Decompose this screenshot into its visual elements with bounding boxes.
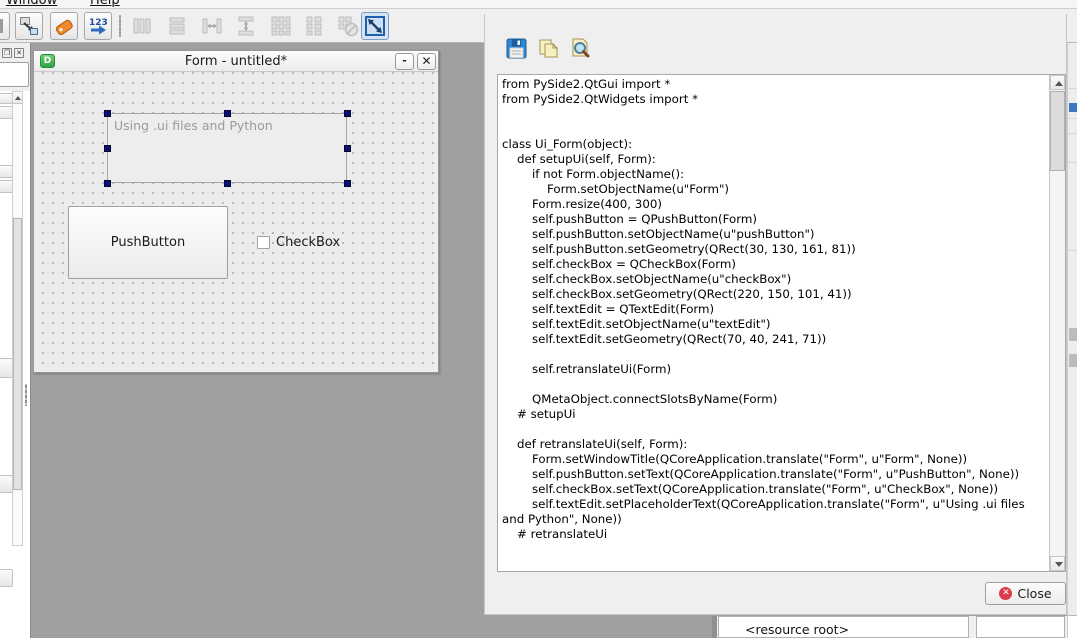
dock-close-button[interactable]: ✕ <box>14 48 24 58</box>
textedit-widget[interactable]: Using .ui files and Python <box>107 113 347 183</box>
form-close-button[interactable]: ✕ <box>417 53 436 70</box>
edit-signals-slots-button[interactable] <box>15 12 43 40</box>
scroll-up-arrow-icon[interactable] <box>1050 75 1065 90</box>
scroll-up-arrow-icon[interactable] <box>13 92 22 104</box>
pushbutton-widget[interactable]: PushButton <box>68 206 228 279</box>
selection-handle-sw[interactable] <box>104 180 111 187</box>
selection-handle-nw[interactable] <box>104 110 111 117</box>
form-window-title: Form - untitled* <box>34 54 438 69</box>
splitter-vertical-icon <box>236 16 256 36</box>
scroll-down-arrow-icon[interactable] <box>1050 556 1065 571</box>
form-window-titlebar[interactable]: D Form - untitled* - ✕ <box>34 51 438 72</box>
menu-window[interactable]: Window <box>6 0 57 8</box>
resource-root-item[interactable]: <resource root> <box>745 622 849 637</box>
selection-handle-w[interactable] <box>104 145 111 152</box>
selected-row-edge <box>1069 103 1077 112</box>
selection-handle-ne[interactable] <box>344 110 351 117</box>
save-icon[interactable] <box>506 38 527 59</box>
selection-handle-n[interactable] <box>224 110 231 117</box>
generated-python-code[interactable]: from PySide2.QtGui import * from PySide2… <box>502 77 1042 542</box>
checkbox-label: CheckBox <box>276 235 340 250</box>
pushbutton-label: PushButton <box>111 235 185 250</box>
edit-tab-order-button[interactable]: 123 <box>84 12 112 40</box>
resource-splitter[interactable] <box>712 616 717 638</box>
close-button-label: Close <box>1017 586 1051 601</box>
code-dialog-toolbar <box>485 14 1066 70</box>
code-scrollbar[interactable] <box>1049 75 1065 571</box>
right-dock-edge <box>1067 43 1077 638</box>
layout-horizontal-button[interactable] <box>128 12 156 40</box>
scrollbar-thumb[interactable] <box>13 218 22 490</box>
copy-icon[interactable] <box>538 38 559 59</box>
widget-category-item[interactable] <box>0 569 13 587</box>
form-editor-window: D Form - untitled* - ✕ Using .ui files a… <box>33 50 439 373</box>
buddy-tag-icon <box>53 16 75 36</box>
find-icon[interactable] <box>570 38 591 59</box>
edit-widgets-button[interactable] <box>0 12 10 40</box>
layout-horizontal-icon <box>132 16 152 36</box>
layout-vertical-button[interactable] <box>163 12 191 40</box>
widget-box-scrollbar[interactable] <box>12 91 23 546</box>
textedit-placeholder: Using .ui files and Python <box>114 118 273 133</box>
form-canvas[interactable]: Using .ui files and Python PushButton Ch… <box>34 72 438 372</box>
break-layout-icon <box>338 16 359 37</box>
layout-form-button[interactable] <box>300 12 328 40</box>
checkbox-widget[interactable]: CheckBox <box>257 235 340 250</box>
edit-widgets-icon <box>0 16 6 36</box>
grid-layout-icon <box>271 16 291 36</box>
splitter-horizontal-icon <box>202 16 222 36</box>
selection-handle-e[interactable] <box>344 145 351 152</box>
right-dock-bottom <box>1068 615 1077 638</box>
code-scrollbar-thumb[interactable] <box>1050 91 1065 171</box>
close-button[interactable]: ✕ Close <box>985 582 1066 605</box>
toolbar-separator <box>119 15 121 37</box>
layout-vertical-icon <box>167 16 187 36</box>
resource-browser: <resource root> <box>712 616 1067 638</box>
signals-slots-icon <box>19 16 39 36</box>
widget-box-list <box>0 91 30 638</box>
dock-float-button[interactable]: ❐ <box>2 48 12 58</box>
menu-bar: Window Help <box>0 0 1077 9</box>
form-minimize-button[interactable]: - <box>395 53 414 70</box>
layout-vertical-splitter-button[interactable] <box>232 12 260 40</box>
layout-horizontal-splitter-button[interactable] <box>198 12 226 40</box>
widget-filter-input[interactable] <box>0 62 29 87</box>
resource-tree[interactable]: <resource root> <box>718 616 969 638</box>
adjust-size-button[interactable] <box>361 12 389 40</box>
selection-handle-s[interactable] <box>224 180 231 187</box>
resource-list[interactable] <box>976 616 1065 638</box>
selection-handle-se[interactable] <box>344 180 351 187</box>
code-view[interactable]: from PySide2.QtGui import * from PySide2… <box>497 74 1066 572</box>
layout-grid-button[interactable] <box>267 12 295 40</box>
widget-box-dock: ❐ ✕ <box>0 43 30 638</box>
tab-order-icon: 123 <box>87 15 109 37</box>
code-preview-dialog: from PySide2.QtGui import * from PySide2… <box>484 14 1067 615</box>
dock-splitter-handle[interactable] <box>25 384 27 406</box>
break-layout-button[interactable] <box>334 12 362 40</box>
form-layout-icon <box>304 16 324 36</box>
edit-buddies-button[interactable] <box>50 12 78 40</box>
menu-help[interactable]: Help <box>90 0 120 8</box>
close-circle-icon: ✕ <box>999 587 1012 600</box>
svg-text:123: 123 <box>89 18 108 28</box>
checkbox-box[interactable] <box>257 236 270 249</box>
adjust-size-icon <box>364 15 386 37</box>
